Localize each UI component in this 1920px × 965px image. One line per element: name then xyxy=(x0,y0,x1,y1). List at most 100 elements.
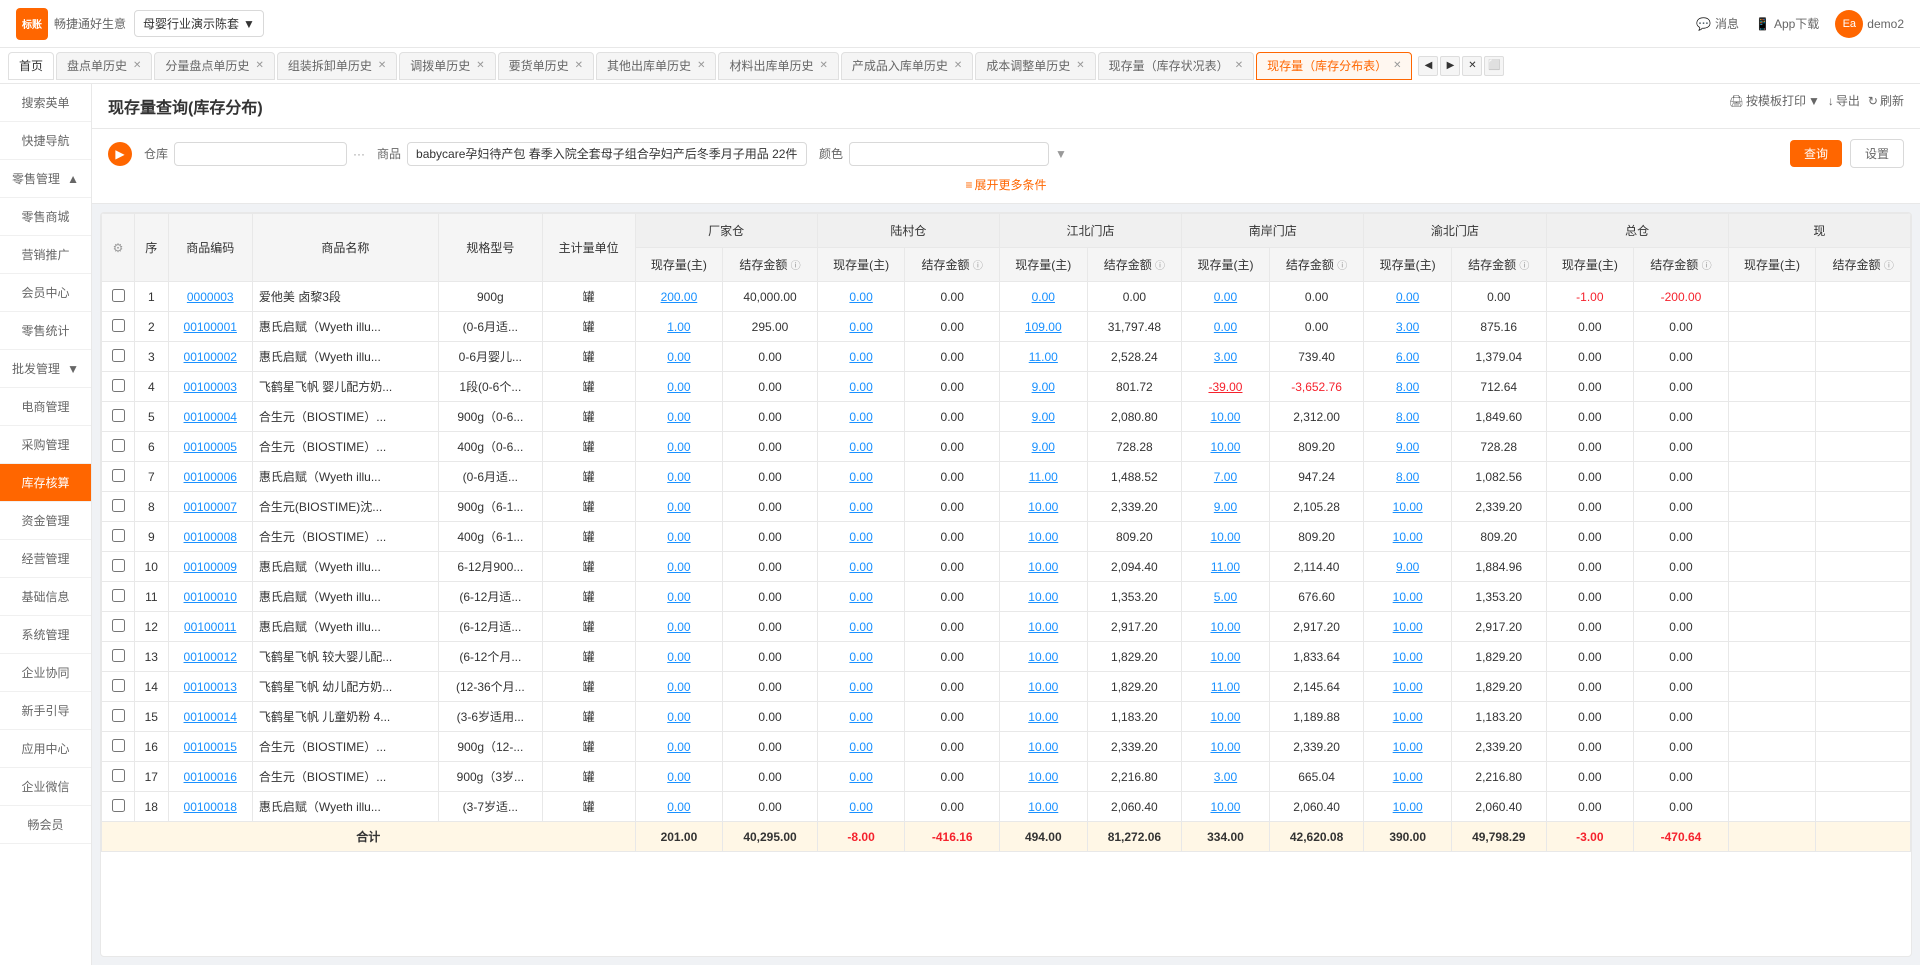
sidebar-item-search[interactable]: 搜索英单 xyxy=(0,84,91,122)
close-icon[interactable]: ✕ xyxy=(697,60,705,71)
sidebar-item-member[interactable]: 会员中心 xyxy=(0,274,91,312)
tab-assemble[interactable]: 组装拆卸单历史 ✕ xyxy=(277,52,397,80)
cell-spec: (6-12个月... xyxy=(438,642,542,672)
sidebar-item-retail-mall[interactable]: 零售商城 xyxy=(0,198,91,236)
cell-spec: 900g（6-1... xyxy=(438,492,542,522)
sidebar-item-wholesale[interactable]: 批发管理 ▼ xyxy=(0,350,91,388)
cell-c-qty xyxy=(1728,552,1816,582)
message-btn[interactable]: 💬 消息 xyxy=(1696,15,1739,32)
sidebar-item-system[interactable]: 系统管理 xyxy=(0,616,91,654)
sidebar-item-retail-stats[interactable]: 零售统计 xyxy=(0,312,91,350)
cell-checkbox[interactable] xyxy=(102,792,135,822)
sidebar-item-label: 畅会员 xyxy=(27,818,63,832)
cell-checkbox[interactable] xyxy=(102,402,135,432)
close-icon[interactable]: ✕ xyxy=(1076,60,1084,71)
cell-n-amt: 2,060.40 xyxy=(1269,792,1363,822)
cell-checkbox[interactable] xyxy=(102,672,135,702)
info-icon[interactable]: ⓘ xyxy=(1155,261,1165,272)
cell-checkbox[interactable] xyxy=(102,732,135,762)
cell-j-amt: 1,829.20 xyxy=(1087,672,1181,702)
tab-next-btn[interactable]: ▶ xyxy=(1440,56,1460,76)
tab-stock-status[interactable]: 现存量（库存状况表） ✕ xyxy=(1098,52,1254,80)
sidebar-item-guide[interactable]: 新手引导 xyxy=(0,692,91,730)
tab-finished-in[interactable]: 产成品入库单历史 ✕ xyxy=(841,52,973,80)
cell-checkbox[interactable] xyxy=(102,462,135,492)
warehouse-input[interactable] xyxy=(174,142,347,166)
cell-checkbox[interactable] xyxy=(102,522,135,552)
print-btn[interactable]: 🖨 按模板打印 ▼ xyxy=(1729,92,1820,109)
close-icon[interactable]: ✕ xyxy=(1235,60,1243,71)
sidebar-item-inventory[interactable]: 库存核算 xyxy=(0,464,91,502)
cell-checkbox[interactable] xyxy=(102,552,135,582)
sidebar-item-collab[interactable]: 企业协同 xyxy=(0,654,91,692)
sidebar-item-operations[interactable]: 经营管理 xyxy=(0,540,91,578)
cell-checkbox[interactable] xyxy=(102,642,135,672)
expand-arrow-btn[interactable]: ▶ xyxy=(108,142,132,166)
cell-checkbox[interactable] xyxy=(102,282,135,312)
tab-prev-btn[interactable]: ◀ xyxy=(1418,56,1438,76)
tab-other-out[interactable]: 其他出库单历史 ✕ xyxy=(596,52,716,80)
sidebar-item-ecommerce[interactable]: 电商管理 xyxy=(0,388,91,426)
tab-close-all-btn[interactable]: ✕ xyxy=(1462,56,1482,76)
tab-stock-dist[interactable]: 现存量（库存分布表） ✕ xyxy=(1256,52,1412,80)
settings-btn[interactable]: 设置 xyxy=(1850,139,1904,168)
info-icon[interactable]: ⓘ xyxy=(973,261,983,272)
tab-sub-inventory[interactable]: 分量盘点单历史 ✕ xyxy=(154,52,274,80)
cell-checkbox[interactable] xyxy=(102,492,135,522)
info-icon[interactable]: ⓘ xyxy=(1519,261,1529,272)
refresh-btn[interactable]: ↻ 刷新 xyxy=(1868,92,1904,109)
cell-checkbox[interactable] xyxy=(102,372,135,402)
cell-checkbox[interactable] xyxy=(102,762,135,792)
tab-expand-btn[interactable]: ⬜ xyxy=(1484,56,1504,76)
color-input[interactable] xyxy=(849,142,1049,166)
sidebar-item-app-center[interactable]: 应用中心 xyxy=(0,730,91,768)
tab-material-out[interactable]: 材料出库单历史 ✕ xyxy=(718,52,838,80)
expand-conditions-btn[interactable]: ≡ 展开更多条件 xyxy=(965,176,1046,193)
info-icon[interactable]: ⓘ xyxy=(1702,261,1712,272)
close-icon[interactable]: ✕ xyxy=(133,60,141,71)
sidebar-item-purchase[interactable]: 采购管理 xyxy=(0,426,91,464)
export-btn[interactable]: ↓ 导出 xyxy=(1828,92,1860,109)
cell-checkbox[interactable] xyxy=(102,702,135,732)
cell-checkbox[interactable] xyxy=(102,612,135,642)
sidebar-item-member2[interactable]: 畅会员 xyxy=(0,806,91,844)
cell-c-amt xyxy=(1816,282,1911,312)
tab-cost-adjust[interactable]: 成本调整单历史 ✕ xyxy=(975,52,1095,80)
query-btn[interactable]: 查询 xyxy=(1790,140,1842,167)
cell-checkbox[interactable] xyxy=(102,582,135,612)
goods-input[interactable] xyxy=(407,142,807,166)
close-icon[interactable]: ✕ xyxy=(954,60,962,71)
cell-checkbox[interactable] xyxy=(102,312,135,342)
close-icon[interactable]: ✕ xyxy=(575,60,583,71)
cell-m-qty: 0.00 xyxy=(817,642,905,672)
cell-c-qty xyxy=(1728,762,1816,792)
tab-home[interactable]: 首页 xyxy=(8,52,54,80)
app-download-btn[interactable]: 📱 App下载 xyxy=(1755,15,1819,32)
info-icon[interactable]: ⓘ xyxy=(1884,261,1894,272)
info-icon[interactable]: ⓘ xyxy=(791,261,801,272)
sidebar-item-finance[interactable]: 资金管理 xyxy=(0,502,91,540)
cell-checkbox[interactable] xyxy=(102,342,135,372)
close-icon[interactable]: ✕ xyxy=(819,60,827,71)
tab-inventory-count[interactable]: 盘点单历史 ✕ xyxy=(56,52,152,80)
cell-checkbox[interactable] xyxy=(102,432,135,462)
close-icon[interactable]: ✕ xyxy=(378,60,386,71)
col-settings[interactable]: ⚙ xyxy=(102,214,135,282)
close-icon[interactable]: ✕ xyxy=(255,60,263,71)
close-icon[interactable]: ✕ xyxy=(476,60,484,71)
tab-order[interactable]: 要货单历史 ✕ xyxy=(498,52,594,80)
close-icon[interactable]: ✕ xyxy=(1393,60,1401,71)
ellipsis-icon[interactable]: ··· xyxy=(353,147,365,161)
user-area[interactable]: Ea demo2 xyxy=(1835,10,1904,38)
sidebar-item-marketing[interactable]: 营销推广 xyxy=(0,236,91,274)
sidebar-item-nav[interactable]: 快捷导航 xyxy=(0,122,91,160)
tab-transfer[interactable]: 调拨单历史 ✕ xyxy=(399,52,495,80)
cell-c-qty xyxy=(1728,312,1816,342)
filter-goods: 商品 xyxy=(377,142,807,166)
sidebar-item-retail[interactable]: 零售管理 ▲ xyxy=(0,160,91,198)
info-icon[interactable]: ⓘ xyxy=(1337,261,1347,272)
store-selector[interactable]: 母婴行业演示陈套 ▼ xyxy=(134,10,264,37)
sidebar-item-wechat[interactable]: 企业微信 xyxy=(0,768,91,806)
sidebar-item-basic[interactable]: 基础信息 xyxy=(0,578,91,616)
cell-f-amt: 0.00 xyxy=(723,792,817,822)
